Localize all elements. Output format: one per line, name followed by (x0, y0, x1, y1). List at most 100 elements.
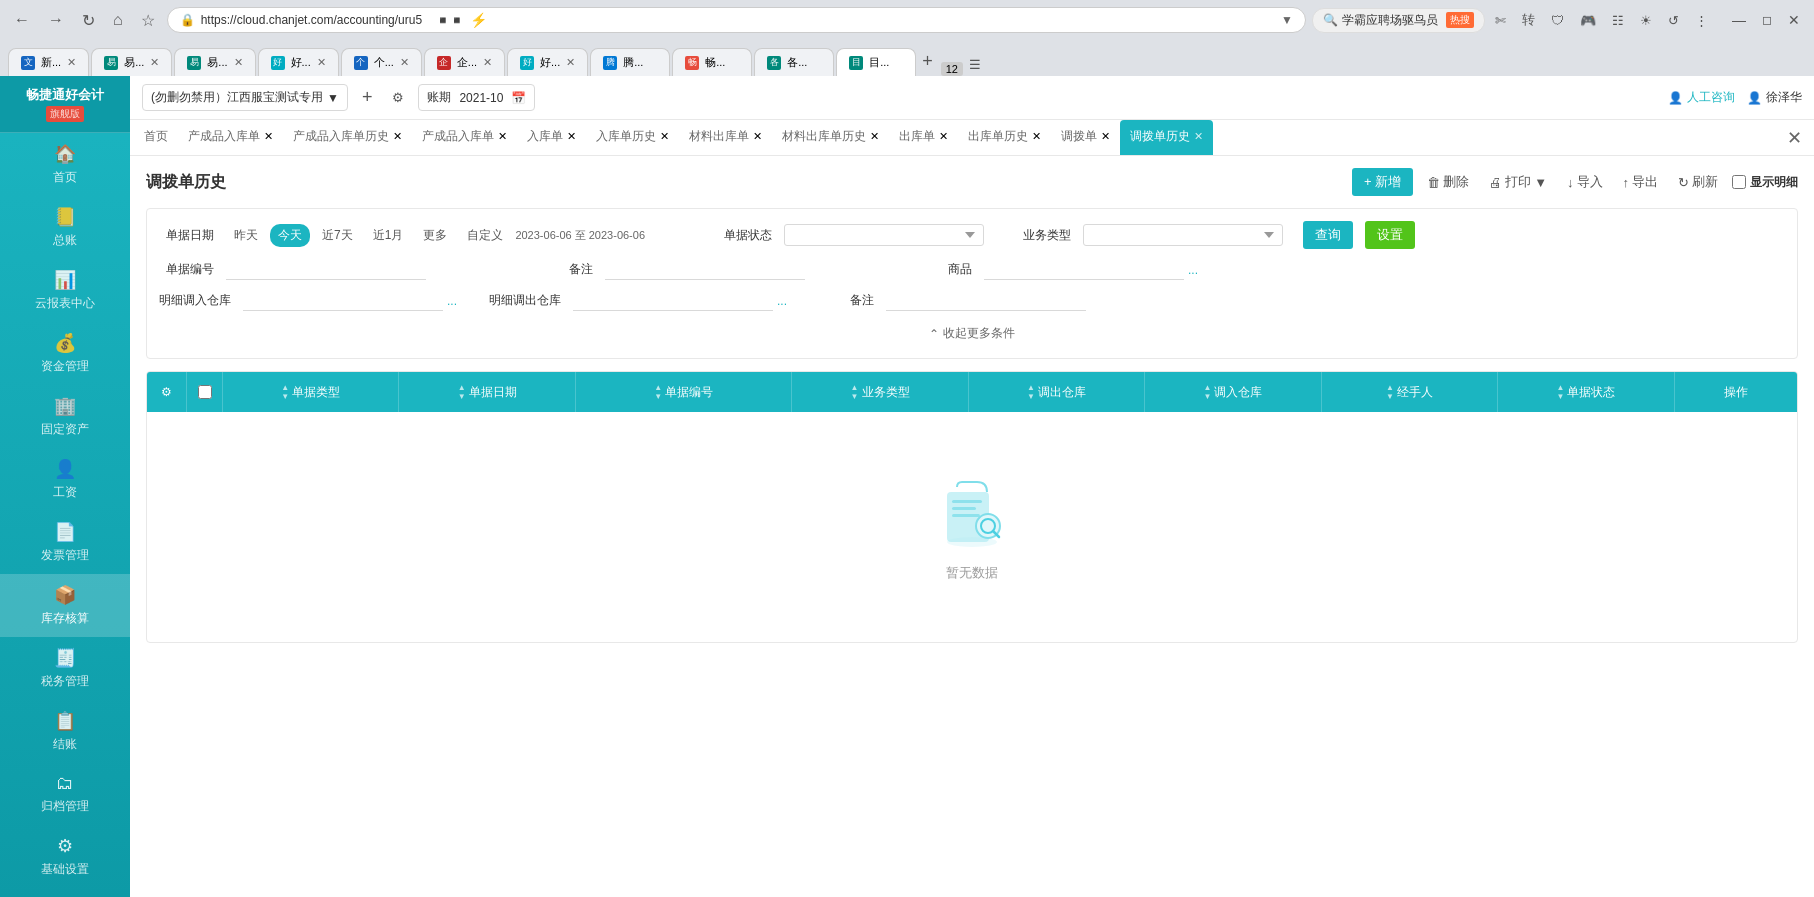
sidebar-item-report[interactable]: 📊 云报表中心 (0, 259, 130, 322)
today-btn[interactable]: 今天 (270, 224, 310, 247)
in-warehouse-ellipsis[interactable]: ... (447, 294, 457, 308)
goods-ellipsis[interactable]: ... (1188, 263, 1198, 277)
sidebar-item-fund[interactable]: 💰 资金管理 (0, 322, 130, 385)
browser-tab-9[interactable]: 畅 畅... (672, 48, 752, 76)
close-all-tabs-button[interactable]: ✕ (1779, 127, 1810, 149)
note-input[interactable] (886, 290, 1086, 311)
refresh-button[interactable]: ↻ 刷新 (1672, 169, 1724, 195)
page-tab-2[interactable]: 产成品入库单历史 ✕ (283, 120, 412, 156)
query-button[interactable]: 查询 (1303, 221, 1353, 249)
page-tab-9[interactable]: 出库单历史 ✕ (958, 120, 1051, 156)
close-page-tab-3[interactable]: ✕ (498, 131, 507, 142)
home-button[interactable]: ⌂ (107, 7, 129, 33)
browser-tab-3[interactable]: 易 易... ✕ (174, 48, 255, 76)
close-page-tab-2[interactable]: ✕ (393, 131, 402, 142)
page-tab-10[interactable]: 调拨单 ✕ (1051, 120, 1120, 156)
th-handler[interactable]: ▲ ▼ 经手人 (1322, 372, 1498, 412)
sidebar-item-home[interactable]: 🏠 首页 (0, 133, 130, 196)
sidebar-item-settlement[interactable]: 📋 结账 (0, 700, 130, 763)
forward-button[interactable]: → (42, 7, 70, 33)
th-in-warehouse[interactable]: ▲ ▼ 调入仓库 (1145, 372, 1321, 412)
close-page-tab-9[interactable]: ✕ (1032, 131, 1041, 142)
remark-input-2[interactable] (605, 259, 805, 280)
shield-btn[interactable]: 🛡 (1545, 9, 1570, 32)
close-page-tab-8[interactable]: ✕ (939, 131, 948, 142)
status-select[interactable] (784, 224, 984, 246)
page-tab-8[interactable]: 出库单 ✕ (889, 120, 958, 156)
th-doc-no[interactable]: ▲ ▼ 单据编号 (576, 372, 792, 412)
page-tab-4[interactable]: 入库单 ✕ (517, 120, 586, 156)
grid-btn[interactable]: ☷ (1606, 9, 1630, 32)
doc-no-input[interactable] (226, 259, 426, 280)
browser-tab-7[interactable]: 好 好... ✕ (507, 48, 588, 76)
scissors-btn[interactable]: ✄ (1489, 9, 1512, 32)
close-page-tab-1[interactable]: ✕ (264, 131, 273, 142)
close-page-tab-7[interactable]: ✕ (870, 131, 879, 142)
browser-tab-4[interactable]: 好 好... ✕ (258, 48, 339, 76)
minimize-btn[interactable]: — (1726, 8, 1752, 32)
7days-btn[interactable]: 近7天 (314, 224, 361, 247)
period-selector[interactable]: 账期 2021-10 📅 (418, 84, 535, 111)
close-tab-6[interactable]: ✕ (483, 56, 492, 69)
sidebar-item-settings[interactable]: ⚙ 基础设置 (0, 825, 130, 888)
th-biz-type[interactable]: ▲ ▼ 业务类型 (792, 372, 968, 412)
add-company-button[interactable]: + (356, 83, 379, 112)
more-btn[interactable]: 更多 (415, 224, 455, 247)
close-tab-4[interactable]: ✕ (317, 56, 326, 69)
sidebar-item-invoice[interactable]: 📄 发票管理 (0, 511, 130, 574)
custom-btn[interactable]: 自定义 (459, 224, 511, 247)
export-button[interactable]: ↑ 导出 (1617, 169, 1665, 195)
goods-input[interactable] (984, 259, 1184, 280)
tab-list-icon[interactable]: ☰ (963, 53, 987, 76)
undo-btn[interactable]: ↺ (1662, 9, 1685, 32)
close-tab-5[interactable]: ✕ (400, 56, 409, 69)
sidebar-item-guide[interactable]: 📖 新手引导 (0, 888, 130, 897)
biz-type-select[interactable] (1083, 224, 1283, 246)
translate-btn[interactable]: 转 (1516, 7, 1541, 33)
maximize-btn[interactable]: ◻ (1756, 9, 1778, 31)
page-tab-5[interactable]: 入库单历史 ✕ (586, 120, 679, 156)
print-button[interactable]: 🖨 打印 ▼ (1483, 169, 1553, 195)
search-bar-btn[interactable]: 🔍 学霸应聘场驱鸟员 热搜 (1312, 8, 1485, 33)
collapse-button[interactable]: ⌃ 收起更多条件 (159, 321, 1785, 346)
browser-tab-6[interactable]: 企 企... ✕ (424, 48, 505, 76)
browser-tab-11[interactable]: 目 目... (836, 48, 916, 76)
page-tab-3[interactable]: 产成品入库单 ✕ (412, 120, 517, 156)
page-tab-11[interactable]: 调拨单历史 ✕ (1120, 120, 1213, 156)
yesterday-btn[interactable]: 昨天 (226, 224, 266, 247)
reload-button[interactable]: ↻ (76, 7, 101, 34)
back-button[interactable]: ← (8, 7, 36, 33)
sidebar-item-ledger[interactable]: 📒 总账 (0, 196, 130, 259)
dropdown-icon[interactable]: ▼ (1281, 13, 1293, 27)
th-checkbox[interactable] (187, 372, 223, 412)
th-doc-status[interactable]: ▲ ▼ 单据状态 (1498, 372, 1674, 412)
sidebar-item-salary[interactable]: 👤 工资 (0, 448, 130, 511)
browser-tab-10[interactable]: 各 各... (754, 48, 834, 76)
sidebar-item-tax[interactable]: 🧾 税务管理 (0, 637, 130, 700)
close-tab-2[interactable]: ✕ (150, 56, 159, 69)
page-tab-7[interactable]: 材料出库单历史 ✕ (772, 120, 889, 156)
display-checkbox[interactable] (1732, 175, 1746, 189)
game-btn[interactable]: 🎮 (1574, 9, 1602, 32)
new-tab-button[interactable]: + (918, 47, 937, 76)
browser-tab-8[interactable]: 腾 腾... (590, 48, 670, 76)
service-button[interactable]: 👤 人工咨询 (1668, 89, 1735, 106)
import-button[interactable]: ↓ 导入 (1561, 169, 1609, 195)
select-all-checkbox[interactable] (198, 385, 212, 399)
close-tab-3[interactable]: ✕ (234, 56, 243, 69)
th-settings[interactable]: ⚙ (147, 372, 187, 412)
th-doc-type[interactable]: ▲ ▼ 单据类型 (223, 372, 399, 412)
settings-filter-button[interactable]: 设置 (1365, 221, 1415, 249)
delete-button[interactable]: 🗑 删除 (1421, 169, 1475, 195)
close-page-tab-10[interactable]: ✕ (1101, 131, 1110, 142)
1month-btn[interactable]: 近1月 (365, 224, 412, 247)
in-warehouse-input[interactable] (243, 290, 443, 311)
user-info[interactable]: 👤 徐泽华 (1747, 89, 1802, 106)
bookmark-button[interactable]: ☆ (135, 7, 161, 34)
settings-cog-button[interactable]: ⚙ (386, 86, 410, 109)
company-selector[interactable]: (勿删勿禁用）江西服宝测试专用 ▼ (142, 84, 348, 111)
close-page-tab-6[interactable]: ✕ (753, 131, 762, 142)
sidebar-item-archive[interactable]: 🗂 归档管理 (0, 763, 130, 825)
close-tab-7[interactable]: ✕ (566, 56, 575, 69)
close-page-tab-11[interactable]: ✕ (1194, 131, 1203, 142)
